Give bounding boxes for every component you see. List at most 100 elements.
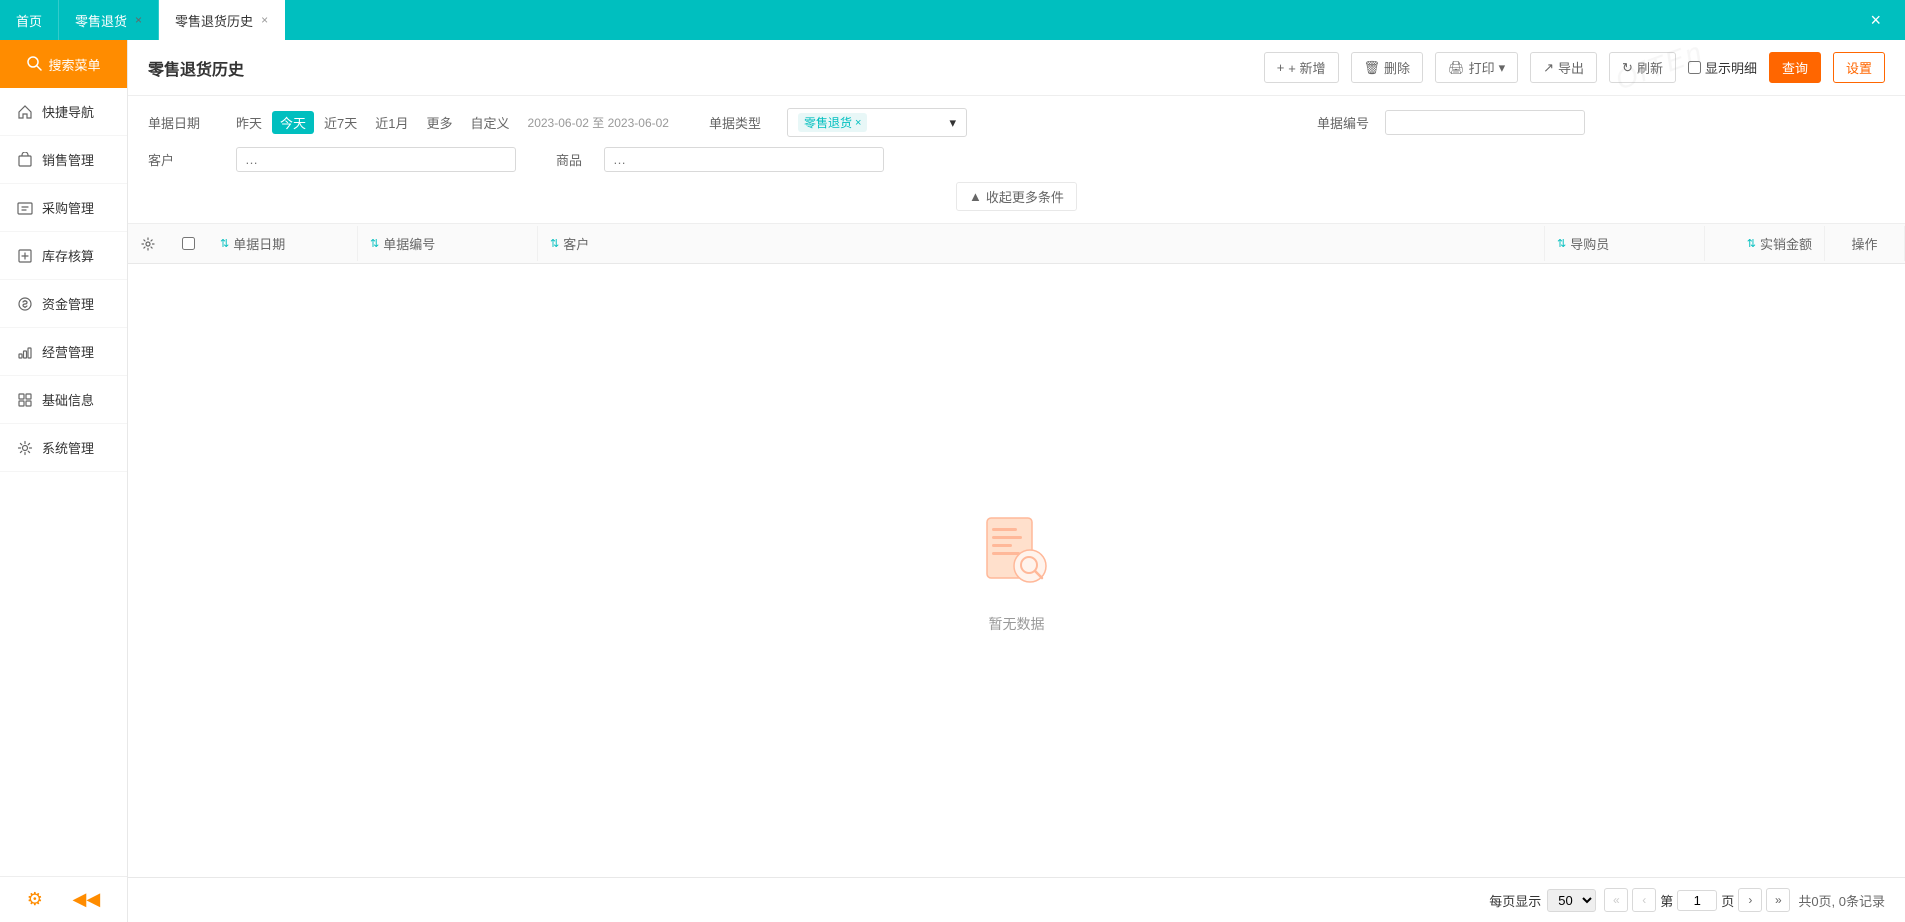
th-bill-date[interactable]: ⇅ 单据日期 <box>208 226 358 261</box>
customer-label: 客户 <box>148 150 228 169</box>
add-icon: + <box>1277 60 1285 75</box>
tab-retail-return-history-close[interactable]: × <box>261 13 268 27</box>
sidebar-item-system[interactable]: 系统管理 <box>0 424 127 472</box>
goods-input[interactable] <box>604 147 884 172</box>
bill-type-tag: 零售退货 × <box>798 113 867 132</box>
customer-section: 客户 <box>148 147 516 172</box>
content-area: 零售退货历史 + + 新增 🗑 删除 🖨 打印 ▾ ↗ 导出 <box>128 40 1905 922</box>
empty-state: 暂无数据 <box>128 264 1905 877</box>
print-button[interactable]: 🖨 打印 ▾ <box>1435 52 1518 83</box>
page-nav: « ‹ 第 页 › » <box>1604 888 1790 912</box>
settings-button[interactable]: 设置 <box>1833 52 1885 83</box>
tab-retail-return-history[interactable]: 零售退货历史 × <box>159 0 285 40</box>
audio-bottom-icon[interactable]: ◀◀ <box>73 889 101 910</box>
sidebar-item-finance-label: 资金管理 <box>42 294 94 313</box>
th-operation: 操作 <box>1825 226 1905 261</box>
tab-retail-return-label: 零售退货 <box>75 11 127 30</box>
display-detail-checkbox-label[interactable]: 显示明细 <box>1688 58 1757 77</box>
th-customer[interactable]: ⇅ 客户 <box>538 226 1545 261</box>
filter-row-1: 单据日期 昨天 今天 近7天 近1月 更多 自定义 2023-06-02 至 2… <box>148 108 1885 137</box>
sidebar-item-sales[interactable]: 销售管理 <box>0 136 127 184</box>
page-prefix: 第 <box>1660 891 1673 910</box>
sidebar-search[interactable]: 搜索菜单 <box>0 40 127 88</box>
bill-type-section: 单据类型 零售退货 × ▾ <box>709 108 1277 137</box>
tab-bar: 首页 零售退货 × 零售退货历史 × <box>0 0 1862 40</box>
date-opt-custom[interactable]: 自定义 <box>463 111 518 134</box>
date-opt-7days[interactable]: 近7天 <box>316 111 365 134</box>
per-page-select[interactable]: 50 <box>1547 889 1596 912</box>
sidebar-item-system-label: 系统管理 <box>42 438 94 457</box>
display-detail-checkbox[interactable] <box>1688 61 1701 74</box>
top-bar: 首页 零售退货 × 零售退货历史 × × <box>0 0 1905 40</box>
delete-button[interactable]: 🗑 删除 <box>1351 52 1424 83</box>
page-suffix: 页 <box>1721 891 1734 910</box>
th-guide[interactable]: ⇅ 导购员 <box>1545 226 1705 261</box>
th-settings-icon[interactable] <box>128 237 168 251</box>
select-all-checkbox[interactable] <box>182 237 195 250</box>
date-range-display: 2023-06-02 至 2023-06-02 <box>528 114 669 131</box>
tab-retail-return-close[interactable]: × <box>135 13 142 27</box>
tab-home[interactable]: 首页 <box>0 0 59 40</box>
date-opt-yesterday[interactable]: 昨天 <box>228 111 270 134</box>
tab-retail-return[interactable]: 零售退货 × <box>59 0 159 40</box>
refresh-icon: ↻ <box>1622 60 1633 76</box>
th-bill-number[interactable]: ⇅ 单据编号 <box>358 226 538 261</box>
home-icon <box>16 103 34 121</box>
sidebar-item-basic[interactable]: 基础信息 <box>0 376 127 424</box>
th-amount[interactable]: ⇅ 实销金额 <box>1705 226 1825 261</box>
page-number-input[interactable] <box>1677 890 1717 911</box>
sidebar-item-finance[interactable]: 资金管理 <box>0 280 127 328</box>
next-page-button[interactable]: › <box>1738 888 1762 912</box>
date-opt-more[interactable]: 更多 <box>419 111 461 134</box>
add-button[interactable]: + + 新增 <box>1264 52 1339 83</box>
last-page-button[interactable]: » <box>1766 888 1790 912</box>
top-bar-right: × <box>1862 10 1905 31</box>
th-bill-number-sort-icon: ⇅ <box>370 237 379 250</box>
sidebar-item-operations-label: 经营管理 <box>42 342 94 361</box>
sidebar-item-inventory[interactable]: 库存核算 <box>0 232 127 280</box>
page-actions: + + 新增 🗑 删除 🖨 打印 ▾ ↗ 导出 ↻ <box>1264 52 1885 83</box>
empty-icon <box>972 508 1062 598</box>
settings-bottom-icon[interactable]: ⚙ <box>27 889 43 910</box>
th-bill-date-sort-icon: ⇅ <box>220 237 229 250</box>
basic-icon <box>16 391 34 409</box>
query-button[interactable]: 查询 <box>1769 52 1821 83</box>
inventory-icon <box>16 247 34 265</box>
date-opt-today[interactable]: 今天 <box>272 111 314 134</box>
sidebar-item-quick-nav[interactable]: 快捷导航 <box>0 88 127 136</box>
th-guide-sort-icon: ⇅ <box>1557 237 1566 250</box>
print-icon: 🖨 <box>1448 60 1465 76</box>
bill-number-input[interactable] <box>1385 110 1585 135</box>
sidebar-item-quick-nav-label: 快捷导航 <box>42 102 94 121</box>
export-button[interactable]: ↗ 导出 <box>1530 52 1597 83</box>
sidebar-item-inventory-label: 库存核算 <box>42 246 94 265</box>
filter-area: 单据日期 昨天 今天 近7天 近1月 更多 自定义 2023-06-02 至 2… <box>128 96 1905 224</box>
customer-input[interactable] <box>236 147 516 172</box>
main-layout: 搜索菜单 快捷导航 销售管理 <box>0 40 1905 922</box>
bill-type-select[interactable]: 零售退货 × ▾ <box>787 108 967 137</box>
sidebar-item-sales-label: 销售管理 <box>42 150 94 169</box>
print-dropdown-icon: ▾ <box>1499 60 1506 76</box>
bill-number-section: 单据编号 <box>1317 110 1885 135</box>
refresh-button[interactable]: ↻ 刷新 <box>1609 52 1676 83</box>
first-page-button[interactable]: « <box>1604 888 1628 912</box>
system-icon <box>16 439 34 457</box>
search-icon <box>26 55 42 74</box>
collapse-button[interactable]: ▲ 收起更多条件 <box>956 182 1077 211</box>
page-title: 零售退货历史 <box>148 56 244 80</box>
purchase-icon <box>16 199 34 217</box>
sales-icon <box>16 151 34 169</box>
goods-section: 商品 <box>556 147 1885 172</box>
per-page-label: 每页显示 <box>1489 891 1541 910</box>
th-select-all[interactable] <box>168 237 208 250</box>
collapse-row: ▲ 收起更多条件 <box>148 182 1885 211</box>
date-opt-1month[interactable]: 近1月 <box>367 111 416 134</box>
date-filter-label: 单据日期 <box>148 113 228 132</box>
sidebar-item-purchase[interactable]: 采购管理 <box>0 184 127 232</box>
window-close-button[interactable]: × <box>1862 10 1889 31</box>
sidebar-item-purchase-label: 采购管理 <box>42 198 94 217</box>
prev-page-button[interactable]: ‹ <box>1632 888 1656 912</box>
sidebar-item-operations[interactable]: 经营管理 <box>0 328 127 376</box>
bill-type-tag-close[interactable]: × <box>855 117 861 129</box>
sidebar-bottom: ⚙ ◀◀ <box>0 876 127 922</box>
